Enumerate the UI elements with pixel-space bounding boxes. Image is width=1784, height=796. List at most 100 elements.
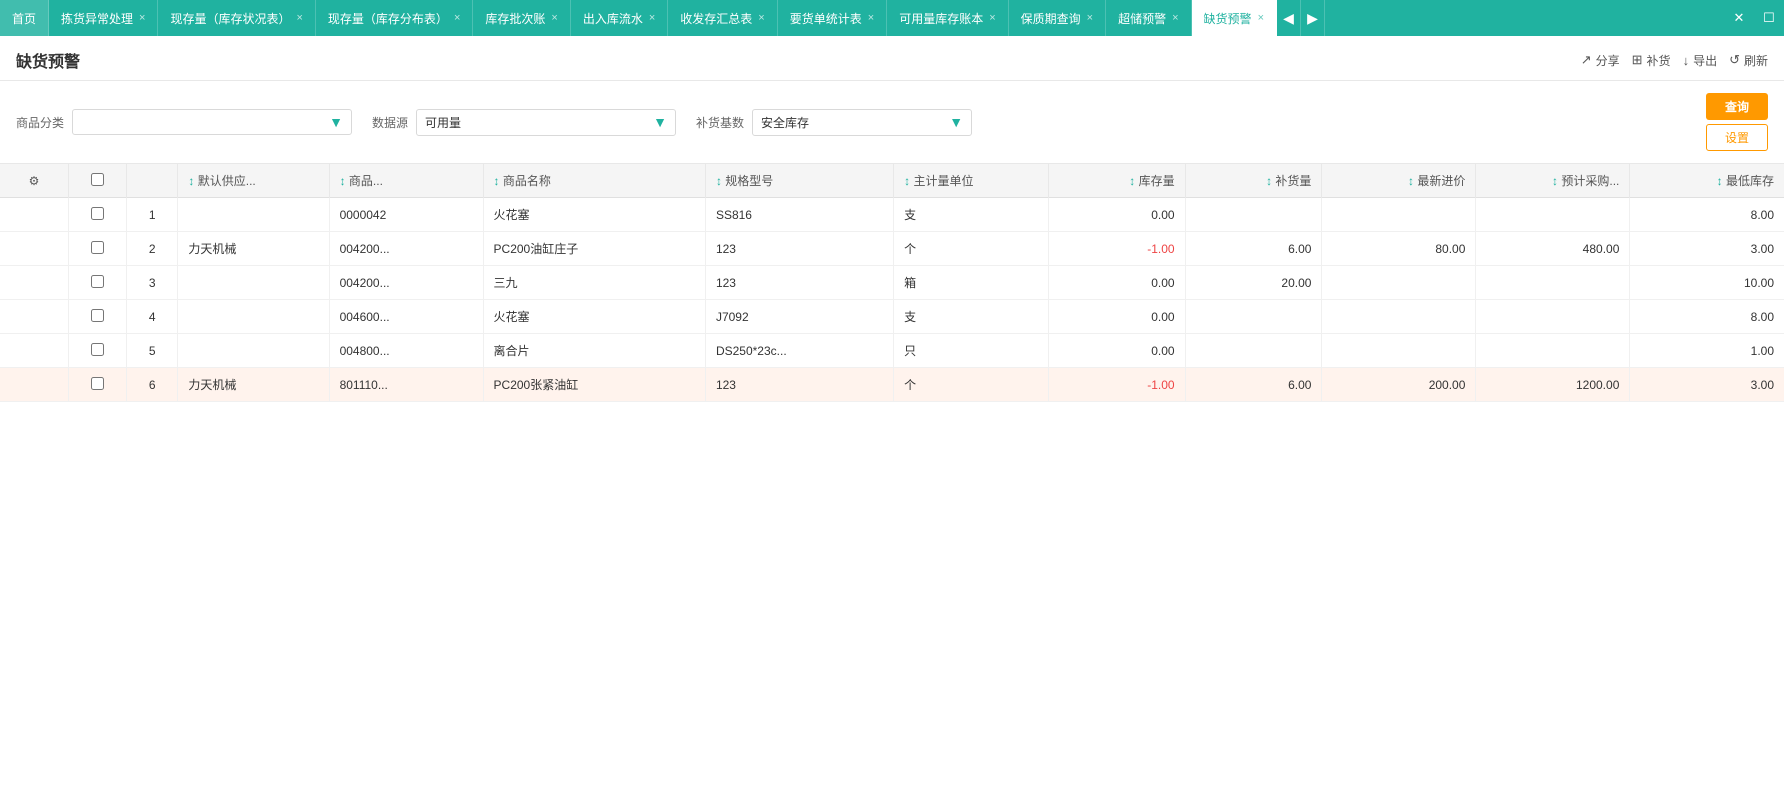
tab-expiry[interactable]: 保质期查询 × [1009, 0, 1106, 36]
share-button[interactable]: ↗ 分享 [1581, 52, 1620, 69]
row-stock-5: -1.00 [1048, 368, 1185, 402]
row-unit-2: 箱 [894, 266, 1049, 300]
tab-picking[interactable]: 拣货异常处理 × [49, 0, 158, 36]
row-cb-3[interactable] [68, 300, 126, 334]
row-checkbox-3[interactable] [91, 309, 104, 322]
col-header-spec[interactable]: ↕ 规格型号 [705, 164, 893, 198]
row-gear-5 [0, 368, 68, 402]
row-num-1: 2 [127, 232, 178, 266]
row-code-2: 004200... [329, 266, 483, 300]
row-checkbox-1[interactable] [91, 241, 104, 254]
col-header-name[interactable]: ↕ 商品名称 [483, 164, 705, 198]
tab-available[interactable]: 可用量库存账本 × [887, 0, 1008, 36]
row-restock-0 [1185, 198, 1322, 232]
table-row: 6 力天机械 801110... PC200张紧油缸 123 个 -1.00 6… [0, 368, 1784, 402]
row-cb-0[interactable] [68, 198, 126, 232]
tab-home[interactable]: 首页 [0, 0, 49, 36]
close-tab-requisition[interactable]: × [868, 12, 874, 24]
row-name-5: PC200张紧油缸 [483, 368, 705, 402]
row-stock-1: -1.00 [1048, 232, 1185, 266]
row-unit-3: 支 [894, 300, 1049, 334]
row-cb-1[interactable] [68, 232, 126, 266]
tab-requisition[interactable]: 要货单统计表 × [778, 0, 887, 36]
row-forecast-3 [1476, 300, 1630, 334]
tab-inventory-dist[interactable]: 现存量（库存分布表） × [316, 0, 473, 36]
tab-inventory-status[interactable]: 现存量（库存状况表） × [158, 0, 315, 36]
row-gear-4 [0, 334, 68, 368]
close-tab-available[interactable]: × [989, 12, 995, 24]
col-header-restock[interactable]: ↕ 补货量 [1185, 164, 1322, 198]
settings-button[interactable]: 设置 [1706, 124, 1768, 151]
col-header-supplier[interactable]: ↕ 默认供应... [178, 164, 329, 198]
close-tab-inout[interactable]: × [649, 12, 655, 24]
row-name-1: PC200油缸庄子 [483, 232, 705, 266]
row-minstk-0: 8.00 [1630, 198, 1784, 232]
col-header-minstk[interactable]: ↕ 最低库存 [1630, 164, 1784, 198]
tab-overstock[interactable]: 超储预警 × [1106, 0, 1191, 36]
window-maximize-button[interactable]: ☐ [1754, 0, 1784, 36]
share-icon: ↗ [1581, 52, 1592, 68]
window-buttons: ✕ ☐ [1724, 0, 1784, 36]
select-all-checkbox[interactable] [91, 173, 104, 186]
close-tab-inv-status[interactable]: × [296, 12, 302, 24]
refresh-button[interactable]: ↺ 刷新 [1729, 52, 1768, 69]
replenish-base-value: 安全库存 [761, 114, 809, 131]
sort-name-icon: ↕ [494, 174, 500, 188]
sort-minstk-icon: ↕ [1717, 174, 1723, 188]
row-name-4: 离合片 [483, 334, 705, 368]
row-minstk-5: 3.00 [1630, 368, 1784, 402]
close-tab-picking[interactable]: × [139, 12, 145, 24]
row-minstk-4: 1.00 [1630, 334, 1784, 368]
row-checkbox-2[interactable] [91, 275, 104, 288]
col-header-price[interactable]: ↕ 最新进价 [1322, 164, 1476, 198]
tab-batch[interactable]: 库存批次账 × [473, 0, 570, 36]
export-button[interactable]: ↓ 导出 [1683, 52, 1718, 69]
row-cb-4[interactable] [68, 334, 126, 368]
row-stock-0: 0.00 [1048, 198, 1185, 232]
tab-shortage[interactable]: 缺货预警 × [1192, 0, 1277, 36]
row-unit-0: 支 [894, 198, 1049, 232]
sort-price-icon: ↕ [1408, 174, 1414, 188]
row-stock-2: 0.00 [1048, 266, 1185, 300]
row-spec-3: J7092 [705, 300, 893, 334]
row-checkbox-5[interactable] [91, 377, 104, 390]
replenish-button[interactable]: ⊞ 补货 [1632, 52, 1671, 69]
close-tab-expiry[interactable]: × [1087, 12, 1093, 24]
filter-bar: 商品分类 ▼ 数据源 可用量 ▼ 补货基数 安全库存 ▼ 查询 设置 [0, 81, 1784, 164]
row-forecast-4 [1476, 334, 1630, 368]
row-checkbox-0[interactable] [91, 207, 104, 220]
col-header-gear[interactable]: ⚙ [0, 164, 68, 198]
sort-spec-icon: ↕ [716, 174, 722, 188]
row-cb-2[interactable] [68, 266, 126, 300]
sort-restock-icon: ↕ [1266, 174, 1272, 188]
row-spec-2: 123 [705, 266, 893, 300]
col-header-code[interactable]: ↕ 商品... [329, 164, 483, 198]
row-checkbox-4[interactable] [91, 343, 104, 356]
datasource-arrow-icon: ▼ [653, 114, 667, 130]
col-header-checkbox[interactable] [68, 164, 126, 198]
tab-next-button[interactable]: ▶ [1301, 0, 1325, 36]
row-cb-5[interactable] [68, 368, 126, 402]
row-supplier-5: 力天机械 [178, 368, 329, 402]
col-header-unit[interactable]: ↕ 主计量单位 [894, 164, 1049, 198]
close-tab-inv-dist[interactable]: × [454, 12, 460, 24]
col-header-stock[interactable]: ↕ 库存量 [1048, 164, 1185, 198]
close-tab-summary[interactable]: × [758, 12, 764, 24]
table-row: 5 004800... 离合片 DS250*23c... 只 0.00 1.00 [0, 334, 1784, 368]
close-tab-shortage[interactable]: × [1258, 12, 1264, 24]
category-select[interactable]: ▼ [72, 109, 352, 135]
tab-summary[interactable]: 收发存汇总表 × [668, 0, 777, 36]
replenish-base-select[interactable]: 安全库存 ▼ [752, 109, 972, 136]
close-tab-overstock[interactable]: × [1172, 12, 1178, 24]
datasource-select[interactable]: 可用量 ▼ [416, 109, 676, 136]
row-price-1: 80.00 [1322, 232, 1476, 266]
tab-prev-button[interactable]: ◀ [1277, 0, 1301, 36]
close-tab-batch[interactable]: × [551, 12, 557, 24]
col-header-forecast[interactable]: ↕ 预计采购... [1476, 164, 1630, 198]
table-row: 1 0000042 火花塞 SS816 支 0.00 8.00 [0, 198, 1784, 232]
window-restore-button[interactable]: ✕ [1724, 0, 1754, 36]
query-button[interactable]: 查询 [1706, 93, 1768, 120]
tab-inout[interactable]: 出入库流水 × [571, 0, 668, 36]
row-price-4 [1322, 334, 1476, 368]
row-spec-1: 123 [705, 232, 893, 266]
